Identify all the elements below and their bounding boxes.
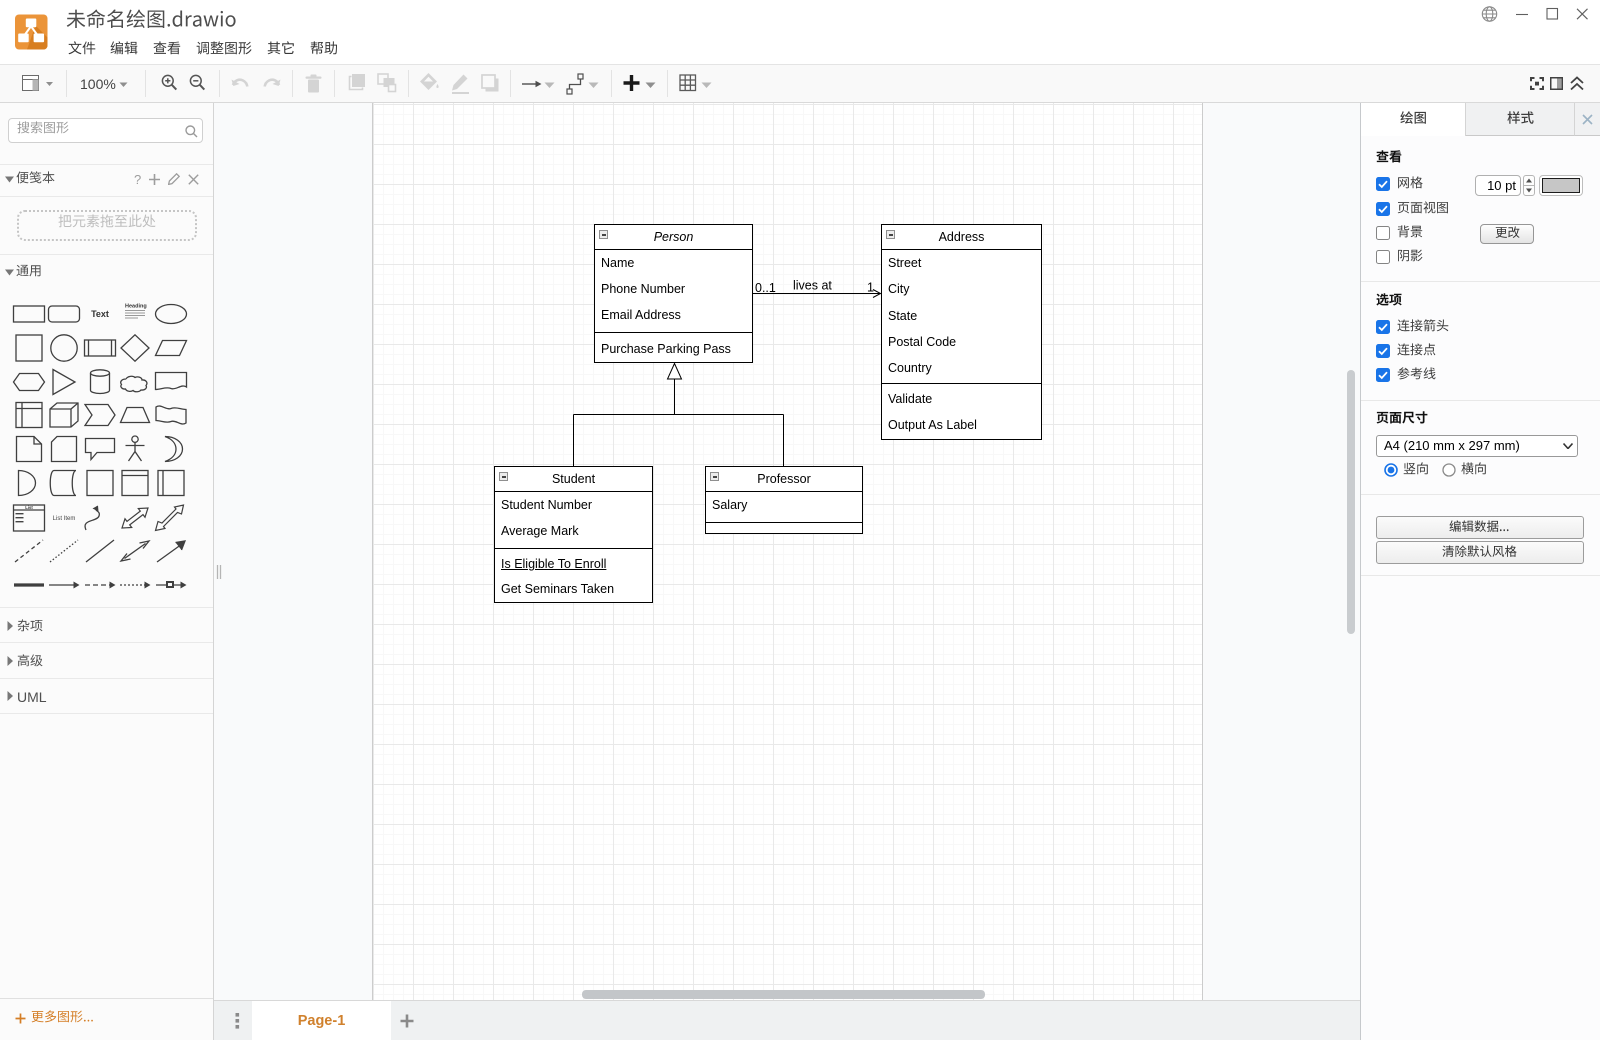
svg-text:Text: Text — [91, 309, 109, 319]
svg-text:List Item: List Item — [53, 516, 76, 522]
svg-text:1: 1 — [867, 281, 874, 295]
svg-text:0..1: 0..1 — [755, 281, 776, 295]
svg-text:Heading: Heading — [125, 303, 147, 309]
svg-text:lives at: lives at — [793, 279, 832, 293]
svg-text:List: List — [25, 505, 33, 510]
